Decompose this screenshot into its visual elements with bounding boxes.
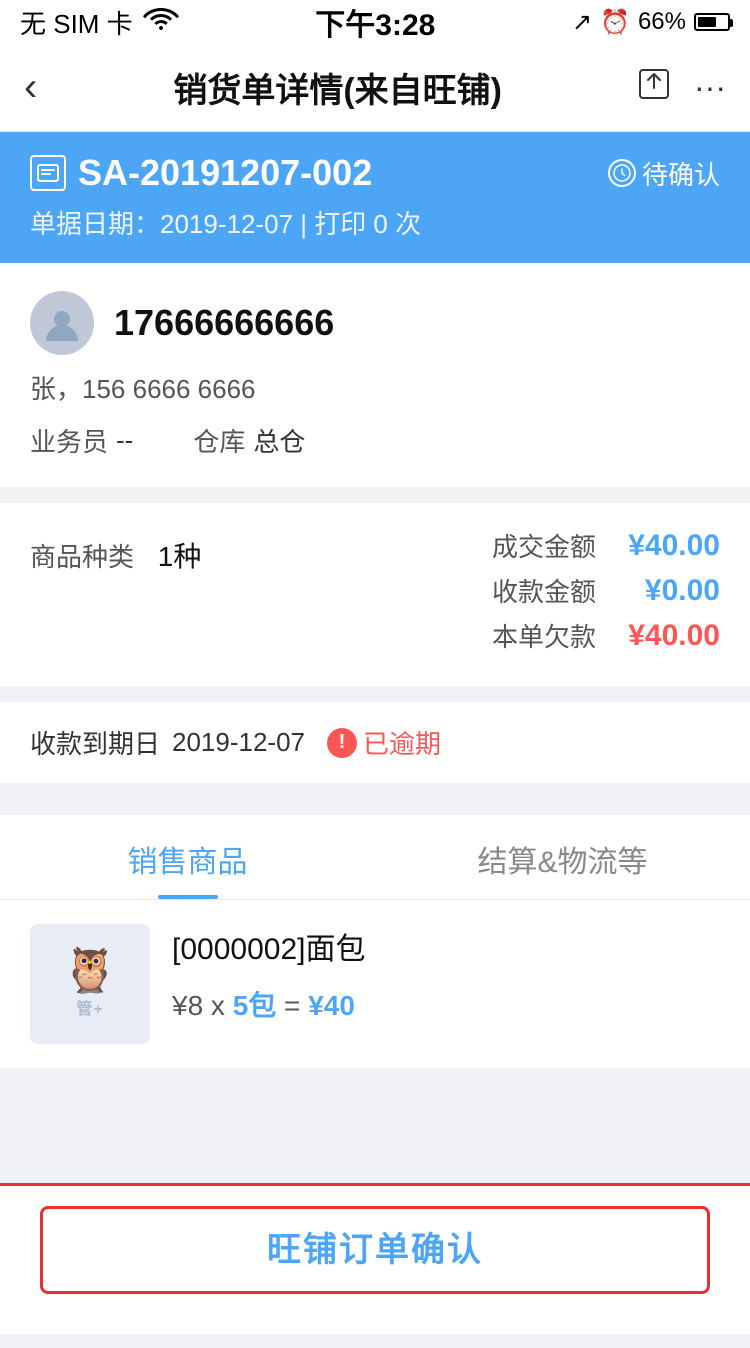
due-date-section: 收款到期日 2019-12-07 ! 已逾期: [0, 702, 750, 783]
customer-name: 张，156 6666 6666: [30, 369, 720, 406]
battery-label: 66%: [638, 8, 686, 36]
transaction-amount-label: 成交金额: [492, 527, 596, 564]
summary-section: 商品种类 1种 成交金额 ¥40.00 收款金额 ¥0.00 本单欠款 ¥40.…: [0, 503, 750, 686]
status-right: ↗ ⏰ 66%: [572, 8, 730, 37]
order-id: SA-20191207-002: [30, 152, 372, 194]
owl-icon: 🦉: [63, 949, 118, 993]
received-amount-value: ¥0.00: [620, 574, 720, 608]
due-date-value: 2019-12-07: [172, 727, 305, 758]
alarm-icon: ⏰: [600, 8, 630, 37]
balance-value: ¥40.00: [620, 619, 720, 653]
confirm-button[interactable]: 旺铺订单确认: [40, 1206, 710, 1294]
warehouse-label: 仓库: [193, 422, 245, 459]
clock-icon: [608, 159, 636, 187]
warehouse-value: 总仓: [253, 422, 305, 459]
overdue-badge: ! 已逾期: [327, 724, 441, 761]
product-type-label: 商品种类: [30, 542, 134, 572]
salesperson-item: 业务员 --: [30, 422, 133, 459]
price-separator: =: [276, 990, 308, 1021]
due-date-label: 收款到期日: [30, 724, 160, 761]
brand-logo: 🦉 管+: [63, 949, 118, 1019]
salesperson-value: --: [116, 425, 133, 456]
amount-list: 成交金额 ¥40.00 收款金额 ¥0.00 本单欠款 ¥40.00: [492, 527, 720, 662]
balance-label: 本单欠款: [492, 617, 596, 654]
no-sim-label: 无 SIM 卡: [20, 4, 133, 41]
product-thumbnail: 🦉 管+: [30, 924, 150, 1044]
product-qty: 5包: [233, 990, 277, 1021]
nav-actions: ···: [638, 68, 726, 108]
gap-2: [0, 686, 750, 702]
location-icon: ↗: [572, 8, 592, 37]
product-name: [0000002]面包: [172, 924, 720, 968]
received-amount-label: 收款金额: [492, 572, 596, 609]
price-text: ¥8 x: [172, 990, 233, 1021]
tab-settlement[interactable]: 结算&物流等: [375, 815, 750, 899]
confirm-btn-wrap: 旺铺订单确认: [0, 1183, 750, 1334]
product-price: ¥8 x 5包 = ¥40: [172, 984, 720, 1024]
tab-products[interactable]: 销售商品: [0, 815, 375, 899]
nav-bar: ‹ 销货单详情(来自旺铺) ···: [0, 44, 750, 132]
back-button[interactable]: ‹: [24, 65, 37, 110]
page-title: 销货单详情(来自旺铺): [173, 63, 502, 112]
transaction-amount-value: ¥40.00: [620, 529, 720, 563]
warehouse-item: 仓库 总仓: [193, 422, 305, 459]
battery-icon: [694, 13, 730, 31]
customer-phone: 17666666666: [114, 302, 334, 344]
order-header: SA-20191207-002 待确认 单据日期：2019-12-07 | 打印…: [0, 132, 750, 263]
gap-3: [0, 783, 750, 799]
share-icon[interactable]: [638, 68, 670, 108]
wifi-icon: [143, 6, 179, 39]
order-date: 单据日期：2019-12-07 | 打印 0 次: [30, 204, 720, 241]
product-item: 🦉 管+ [0000002]面包 ¥8 x 5包 = ¥40: [0, 900, 750, 1068]
status-left: 无 SIM 卡: [20, 4, 179, 41]
gap-1: [0, 487, 750, 503]
customer-section: 17666666666 张，156 6666 6666 业务员 -- 仓库 总仓: [0, 263, 750, 487]
product-type-count: 1种: [158, 541, 202, 572]
received-amount-row: 收款金额 ¥0.00: [492, 572, 720, 609]
customer-meta: 业务员 -- 仓库 总仓: [30, 422, 720, 459]
order-status: 待确认: [608, 155, 720, 192]
tabs-section: 销售商品 结算&物流等 🦉 管+ [0000002]面包 ¥8 x 5包 = ¥…: [0, 815, 750, 1068]
status-time: 下午3:28: [315, 0, 435, 44]
status-bar: 无 SIM 卡 下午3:28 ↗ ⏰ 66%: [0, 0, 750, 44]
status-text: 待确认: [642, 155, 720, 192]
price-total: ¥40: [308, 990, 355, 1021]
tabs-header: 销售商品 结算&物流等: [0, 815, 750, 900]
order-icon: [30, 155, 66, 191]
brand-text: 管+: [76, 995, 103, 1019]
overdue-label: 已逾期: [363, 724, 441, 761]
more-icon[interactable]: ···: [694, 69, 726, 106]
transaction-amount-row: 成交金额 ¥40.00: [492, 527, 720, 564]
product-details: [0000002]面包 ¥8 x 5包 = ¥40: [172, 924, 720, 1044]
salesperson-label: 业务员: [30, 422, 108, 459]
avatar: [30, 291, 94, 355]
overdue-icon: !: [327, 728, 357, 758]
balance-row: 本单欠款 ¥40.00: [492, 617, 720, 654]
